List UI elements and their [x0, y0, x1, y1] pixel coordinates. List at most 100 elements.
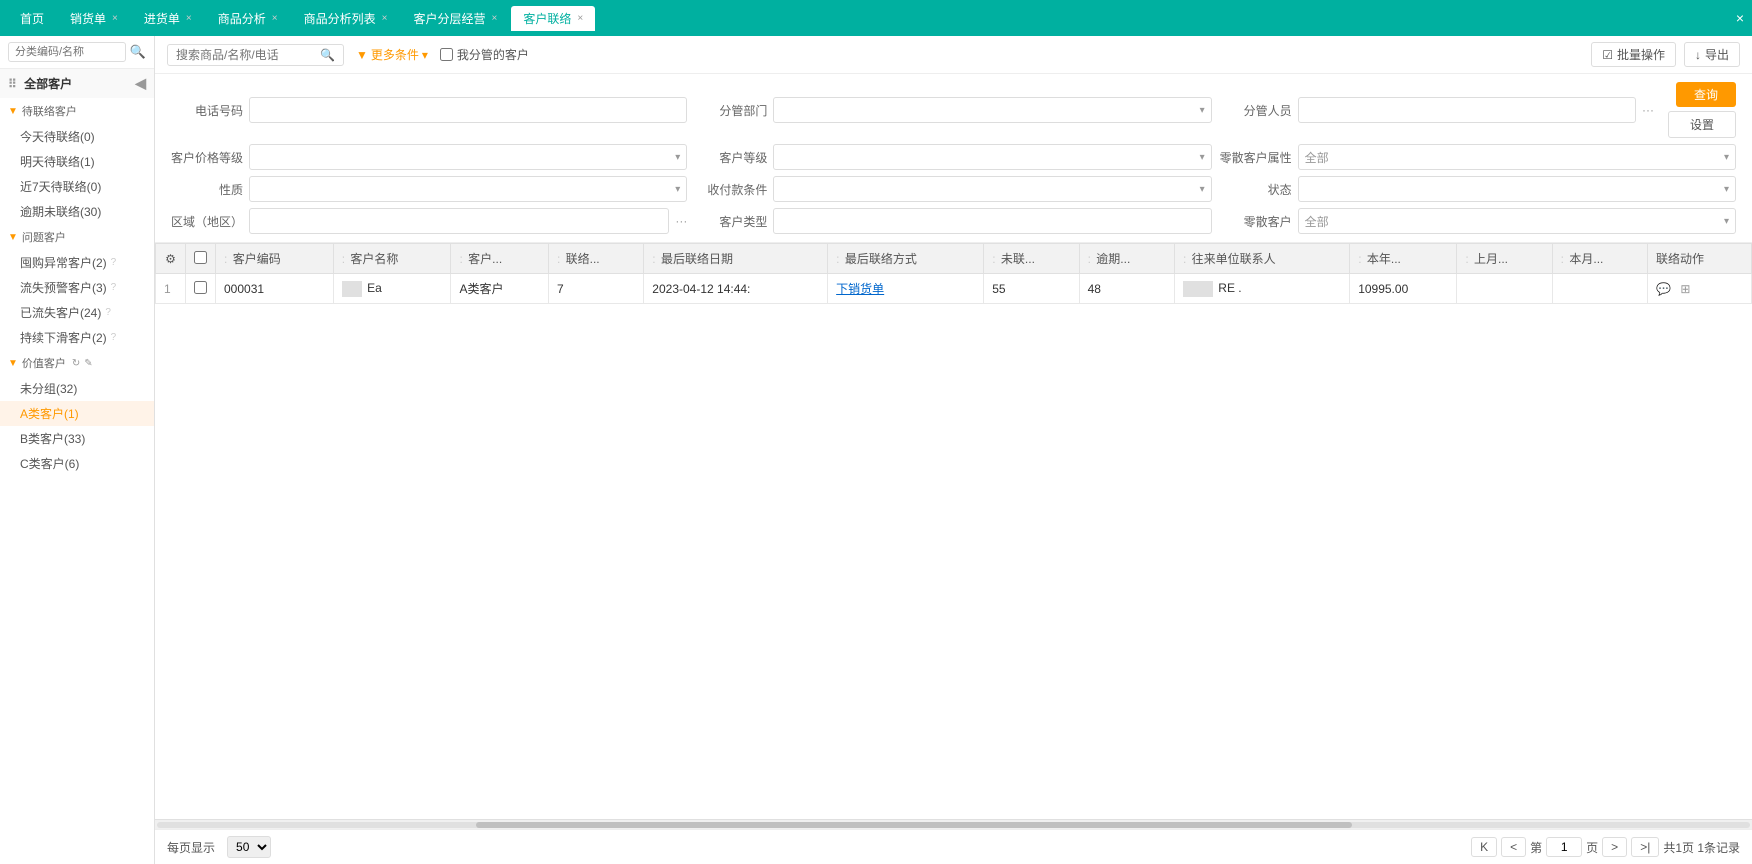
sidebar-item-churn-warning[interactable]: 流失预警客户(3) ? [0, 275, 154, 300]
col-select-all[interactable] [186, 244, 216, 274]
sidebar-item-today[interactable]: 今天待联络(0) [0, 124, 154, 149]
prev-page-button[interactable]: < [1501, 837, 1526, 857]
sidebar-item-churned[interactable]: 已流失客户(24) ? [0, 300, 154, 325]
nav-tab-2[interactable]: 商品分析 × [206, 6, 290, 31]
sidebar-all-customers[interactable]: ⠿ 全部客户 ◀ [0, 69, 154, 98]
filter-customer-level-select[interactable]: ▾ [773, 144, 1211, 170]
filter-region-field: 区域（地区） ··· [171, 208, 687, 234]
horizontal-scrollbar[interactable] [155, 819, 1752, 829]
filter-search-box: 🔍 [167, 44, 344, 66]
sidebar-group-pending-title[interactable]: ▼ 待联络客户 [0, 98, 154, 124]
filter-payment-label: 收付款条件 [695, 181, 767, 198]
refresh-icon[interactable]: ↻ [72, 358, 80, 369]
col-last-contact-method: : 最后联络方式 [828, 244, 984, 274]
filter-search-icon[interactable]: 🔍 [320, 48, 335, 62]
filter-manager-label: 分管人员 [1220, 102, 1292, 119]
batch-operation-button[interactable]: ☑ 批量操作 [1591, 42, 1676, 67]
col-this-month: : 本月... [1552, 244, 1647, 274]
no-contact-days-cell: 55 [984, 274, 1079, 304]
filter-retail-attr-select[interactable]: 全部 ▾ [1298, 144, 1736, 170]
content-area: 🔍 ▼ 更多条件 ▾ 我分管的客户 ☑ 批量操作 ↓ 导出 [155, 36, 1752, 864]
payment-dropdown-icon: ▾ [1200, 184, 1205, 195]
sidebar-item-hoard-abnormal[interactable]: 囤购异常客户(2) ? [0, 250, 154, 275]
page-size-select[interactable]: 50 [227, 836, 271, 858]
scrollbar-thumb[interactable] [476, 822, 1352, 828]
filter-manager-input[interactable] [1298, 97, 1636, 123]
nav-tab-3[interactable]: 商品分析列表 × [292, 6, 400, 31]
sidebar-item-overdue[interactable]: 逾期未联络(30) [0, 199, 154, 224]
nav-home[interactable]: 首页 [8, 6, 56, 31]
filter-dept-select[interactable]: ▾ [773, 97, 1211, 123]
nav-tab-close-3[interactable]: × [382, 13, 388, 24]
nav-tab-close-2[interactable]: × [272, 13, 278, 24]
qr-icon[interactable]: ⊞ [1680, 282, 1690, 296]
region-ellipsis-button[interactable]: ··· [675, 214, 687, 228]
manager-ellipsis-button[interactable]: ··· [1642, 103, 1654, 117]
filter-phone-field: 电话号码 [171, 97, 687, 123]
export-button[interactable]: ↓ 导出 [1684, 42, 1740, 67]
nav-tab-close-1[interactable]: × [186, 13, 192, 24]
filter-payment-field: 收付款条件 ▾ [695, 176, 1211, 202]
nav-tab-close-0[interactable]: × [112, 13, 118, 24]
nav-tab-close-4[interactable]: × [491, 13, 497, 24]
filter-customer-level-field: 客户等级 ▾ [695, 144, 1211, 170]
sidebar-search-input[interactable] [8, 42, 126, 62]
filter-region-label: 区域（地区） [171, 213, 243, 230]
group-arrow-icon: ▼ [8, 106, 18, 117]
first-page-button[interactable]: K [1471, 837, 1497, 857]
filter-phone-input[interactable] [249, 97, 687, 123]
filter-more-button[interactable]: ▼ 更多条件 ▾ [356, 46, 428, 63]
filter-price-level-select[interactable]: ▾ [249, 144, 687, 170]
sidebar-item-class-c[interactable]: C类客户(6) [0, 451, 154, 476]
group-problem-label: 问题客户 [22, 229, 66, 245]
nav-tab-5[interactable]: 客户联络 × [511, 6, 595, 31]
row-checkbox[interactable] [194, 281, 207, 294]
filter-customer-type-input[interactable] [773, 208, 1211, 234]
row-checkbox-cell [186, 274, 216, 304]
nav-tab-1[interactable]: 进货单 × [132, 6, 204, 31]
chat-icon[interactable]: 💬 [1656, 282, 1671, 296]
sidebar-item-class-b[interactable]: B类客户(33) [0, 426, 154, 451]
my-customers-checkbox[interactable] [440, 48, 453, 61]
help-icon: ? [111, 257, 117, 268]
col-gear[interactable]: ⚙ [156, 244, 186, 274]
sidebar-search-icon[interactable]: 🔍 [130, 44, 146, 60]
sidebar-item-tomorrow[interactable]: 明天待联络(1) [0, 149, 154, 174]
filter-nature-select[interactable]: ▾ [249, 176, 687, 202]
nav-tab-4[interactable]: 客户分层经营 × [401, 6, 509, 31]
edit-icon[interactable]: ✎ [84, 358, 92, 369]
bottom-bar: 每页显示 50 K < 第 页 > >| 共1页 1条记录 [155, 829, 1752, 864]
col-overdue: : 逾期... [1079, 244, 1174, 274]
query-button[interactable]: 查询 [1676, 82, 1736, 107]
nav-tab-close-5[interactable]: × [577, 13, 583, 24]
filter-search-input[interactable] [176, 48, 316, 62]
col-no-contact-days: : 未联... [984, 244, 1079, 274]
filter-phone-label: 电话号码 [171, 102, 243, 119]
last-page-button[interactable]: >| [1631, 837, 1659, 857]
select-all-checkbox[interactable] [194, 251, 207, 264]
filter-payment-select[interactable]: ▾ [773, 176, 1211, 202]
group-arrow-icon-2: ▼ [8, 232, 18, 243]
sidebar-item-7days[interactable]: 近7天待联络(0) [0, 174, 154, 199]
filter-region-input[interactable] [249, 208, 669, 234]
next-page-button[interactable]: > [1602, 837, 1627, 857]
sidebar-group-problem-title[interactable]: ▼ 问题客户 [0, 224, 154, 250]
col-last-month: : 上月... [1457, 244, 1552, 274]
sidebar-group-value-title[interactable]: ▼ 价值客户 ↻ ✎ [0, 350, 154, 376]
filter-retail-customer-select[interactable]: 全部 ▾ [1298, 208, 1736, 234]
help-icon-3: ? [105, 307, 111, 318]
setting-button[interactable]: 设置 [1668, 111, 1736, 138]
nav-tab-label-1: 进货单 [144, 10, 180, 27]
filter-status-select[interactable]: ▾ [1298, 176, 1736, 202]
close-all-button[interactable]: × [1736, 10, 1744, 26]
sidebar-item-unclassified[interactable]: 未分组(32) [0, 376, 154, 401]
sidebar-item-declining[interactable]: 持续下滑客户(2) ? [0, 325, 154, 350]
page-input[interactable] [1546, 837, 1582, 857]
nav-tab-0[interactable]: 销货单 × [58, 6, 130, 31]
my-customers-filter: 我分管的客户 [440, 46, 529, 63]
status-dropdown-icon: ▾ [1724, 184, 1729, 195]
sidebar-item-class-a[interactable]: A类客户(1) [0, 401, 154, 426]
gear-icon[interactable]: ⚙ [165, 252, 176, 266]
contact-method-link[interactable]: 下销货单 [836, 282, 884, 296]
sidebar-collapse-button[interactable]: ◀ [135, 75, 146, 92]
